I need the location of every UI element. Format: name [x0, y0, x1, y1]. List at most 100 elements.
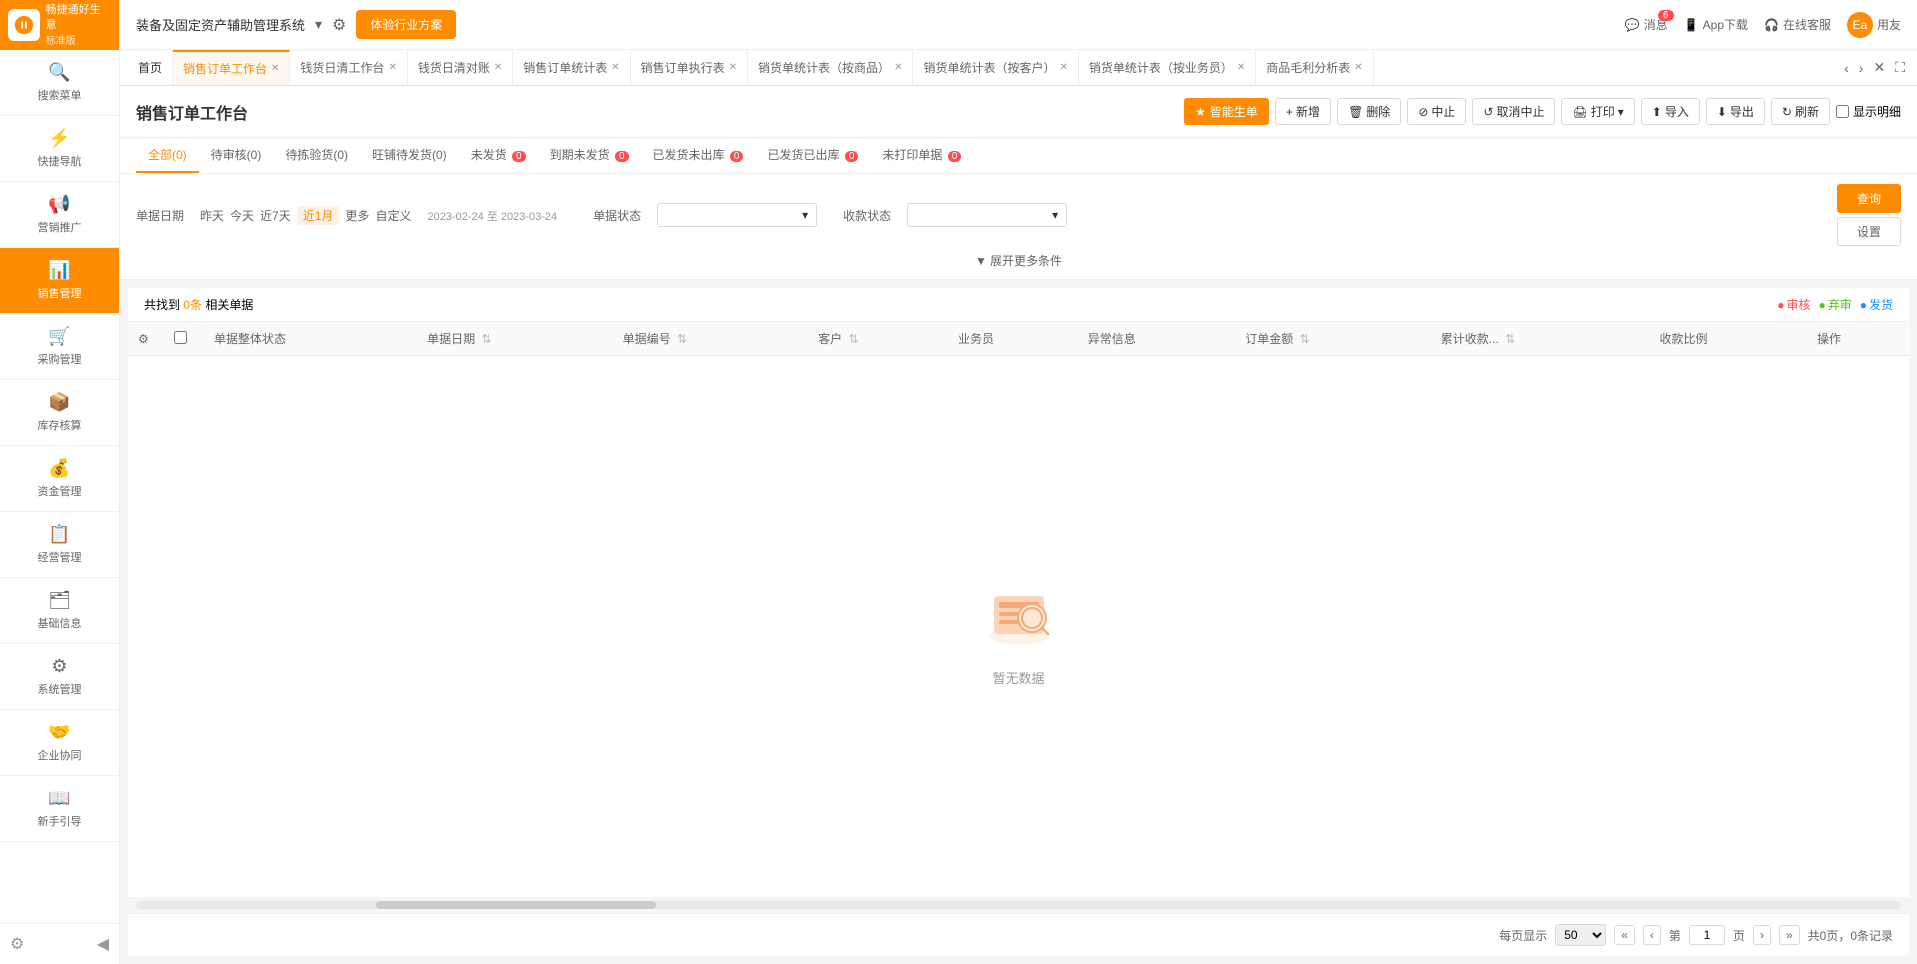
last-page-btn[interactable]: » [1779, 925, 1800, 945]
stop-btn[interactable]: ⊘ 中止 [1407, 98, 1466, 125]
sidebar-item-inventory[interactable]: 📦 库存核算 [0, 380, 119, 446]
tab-close-cash-daily[interactable]: ✕ [388, 62, 396, 73]
tab-close-summary-product[interactable]: ✕ [894, 62, 902, 73]
expand-conditions-btn[interactable]: ▼ 展开更多条件 [975, 252, 1062, 269]
message-item[interactable]: 💬 消息 6 [1625, 16, 1668, 33]
sub-tab-all[interactable]: 全部(0) [136, 138, 199, 173]
sidebar-item-system[interactable]: ⚙ 系统管理 [0, 644, 119, 710]
tab-cash-daily[interactable]: 钱货日清工作台 ✕ [290, 50, 407, 86]
sales-workbench-tab-label: 销售订单工作台 [183, 60, 267, 77]
horizontal-scrollbar[interactable] [128, 897, 1909, 913]
scroll-track [136, 901, 1901, 909]
tab-close-sales-workbench[interactable]: ✕ [271, 63, 279, 74]
tab-expand-btn[interactable]: ⛶ [1891, 59, 1909, 76]
system-dropdown-btn[interactable]: ▾ [315, 16, 322, 33]
date-opt-today[interactable]: 今天 [230, 207, 254, 224]
page-size-select[interactable]: 50 100 200 [1555, 924, 1606, 946]
sidebar-item-basic-info[interactable]: 🗂 基础信息 [0, 578, 119, 644]
review-btn[interactable]: ● 审核 [1777, 296, 1810, 313]
tab-close-summary-customer[interactable]: ✕ [1059, 62, 1067, 73]
sidebar-item-sales[interactable]: 📊 销售管理 [0, 248, 119, 314]
sidebar-item-operations[interactable]: 📋 经营管理 [0, 512, 119, 578]
service-item[interactable]: 🎧 在线客服 [1764, 16, 1831, 33]
cancel-review-btn[interactable]: ● 弃审 [1818, 296, 1851, 313]
tab-home[interactable]: 首页 [128, 50, 173, 86]
sidebar-item-search[interactable]: 🔍 搜索菜单 [0, 50, 119, 116]
next-page-btn[interactable]: › [1753, 925, 1771, 945]
scroll-thumb[interactable] [376, 901, 656, 909]
sort-customer-icon[interactable]: ⇅ [848, 332, 858, 346]
date-opt-custom[interactable]: 自定义 [375, 207, 411, 224]
tab-scroll-right-btn[interactable]: › [1855, 60, 1868, 76]
app-download-item[interactable]: 📱 App下载 [1684, 16, 1748, 33]
payment-select[interactable]: ▾ [907, 203, 1067, 227]
cancel-stop-btn[interactable]: ↺ 取消中止 [1472, 98, 1555, 125]
sort-number-icon[interactable]: ⇅ [677, 332, 687, 346]
sidebar-item-quick-nav[interactable]: ⚡ 快捷导航 [0, 116, 119, 182]
tab-close-sales-exec[interactable]: ✕ [729, 62, 737, 73]
tab-close-summary-staff[interactable]: ✕ [1237, 62, 1245, 73]
sidebar-label-guide: 新手引导 [38, 813, 82, 829]
sub-tab-pending-inspect[interactable]: 待拣验货(0) [273, 138, 360, 173]
print-btn[interactable]: 🖨 打印 ▾ [1561, 98, 1634, 125]
tab-scroll-left-btn[interactable]: ‹ [1840, 60, 1853, 76]
tab-gross-margin[interactable]: 商品毛利分析表 ✕ [1256, 50, 1373, 86]
sidebar-item-finance[interactable]: 💰 资金管理 [0, 446, 119, 512]
sub-tab-shipped-not-out[interactable]: 已发货未出库 0 [641, 138, 756, 173]
date-opt-1month[interactable]: 近1月 [297, 206, 340, 225]
tab-bar-right: ‹ › ✕ ⛶ [1840, 59, 1909, 76]
tab-close-all-btn[interactable]: ✕ [1869, 59, 1889, 76]
export-btn[interactable]: ⬇ 导出 [1706, 98, 1765, 125]
select-all-checkbox[interactable] [174, 331, 187, 344]
page-input[interactable] [1689, 925, 1725, 945]
experience-btn[interactable]: 体验行业方案 [356, 10, 456, 39]
system-settings-btn[interactable]: ⚙ [332, 15, 346, 35]
sub-tab-shipped-out[interactable]: 已发货已出库 0 [755, 138, 870, 173]
tab-sales-stats[interactable]: 销售订单统计表 ✕ [513, 50, 630, 86]
tab-close-cash-reconcile[interactable]: ✕ [494, 62, 502, 73]
tab-sales-workbench[interactable]: 销售订单工作台 ✕ [173, 50, 290, 86]
tab-sales-exec[interactable]: 销售订单执行表 ✕ [631, 50, 748, 86]
sidebar-item-enterprise[interactable]: 🤝 企业协同 [0, 710, 119, 776]
sidebar-collapse-btn[interactable]: ◀ [97, 934, 109, 954]
date-opt-7days[interactable]: 近7天 [260, 207, 291, 224]
tab-close-sales-stats[interactable]: ✕ [611, 62, 619, 73]
ship-btn[interactable]: ● 发货 [1860, 296, 1893, 313]
tab-close-gross-margin[interactable]: ✕ [1354, 62, 1362, 73]
sidebar-settings-btn[interactable]: ⚙ [10, 934, 24, 954]
user-item[interactable]: Ea 用友 [1847, 12, 1901, 38]
sub-tab-wangpu[interactable]: 旺铺待发货(0) [360, 138, 459, 173]
query-btn[interactable]: 查询 [1837, 184, 1901, 213]
sub-tab-overdue-not-shipped[interactable]: 到期未发货 0 [538, 138, 641, 173]
refresh-btn[interactable]: ↻ 刷新 [1771, 98, 1830, 125]
col-checkbox[interactable] [164, 322, 204, 356]
message-badge: 6 [1658, 10, 1674, 21]
date-opt-yesterday[interactable]: 昨天 [200, 207, 224, 224]
prev-page-btn[interactable]: ‹ [1643, 925, 1661, 945]
sidebar-item-guide[interactable]: 📖 新手引导 [0, 776, 119, 842]
sort-amount-icon[interactable]: ⇅ [1300, 332, 1310, 346]
sort-collected-icon[interactable]: ⇅ [1505, 332, 1515, 346]
sub-tab-pending-review[interactable]: 待审核(0) [199, 138, 274, 173]
sort-date-icon[interactable]: ⇅ [481, 332, 491, 346]
first-page-btn[interactable]: « [1614, 925, 1635, 945]
tab-summary-product[interactable]: 销货单统计表（按商品） ✕ [748, 50, 913, 86]
tab-cash-reconcile[interactable]: 钱货日清对账 ✕ [408, 50, 513, 86]
tab-summary-staff[interactable]: 销货单统计表（按业务员） ✕ [1079, 50, 1256, 86]
show-detail-checkbox[interactable] [1836, 105, 1849, 118]
smart-create-btn[interactable]: ★ 智能生单 [1184, 98, 1269, 125]
new-btn[interactable]: + 新增 [1275, 98, 1331, 125]
status-select[interactable]: ▾ [657, 203, 817, 227]
sidebar-item-marketing[interactable]: 📢 营销推广 [0, 182, 119, 248]
sidebar-item-purchase[interactable]: 🛒 采购管理 [0, 314, 119, 380]
date-opt-more[interactable]: 更多 [345, 207, 369, 224]
col-settings[interactable]: ⚙ [128, 322, 164, 356]
show-detail-label[interactable]: 显示明细 [1836, 103, 1901, 120]
import-btn[interactable]: ⬆ 导入 [1641, 98, 1700, 125]
set-btn[interactable]: 设置 [1837, 217, 1901, 246]
sub-tab-not-printed[interactable]: 未打印单据 0 [870, 138, 973, 173]
delete-btn[interactable]: 🗑 删除 [1337, 98, 1401, 125]
table-actions: ● 审核 ● 弃审 ● 发货 [1777, 296, 1893, 313]
sub-tab-not-shipped[interactable]: 未发货 0 [459, 138, 538, 173]
tab-summary-customer[interactable]: 销货单统计表（按客户） ✕ [913, 50, 1078, 86]
